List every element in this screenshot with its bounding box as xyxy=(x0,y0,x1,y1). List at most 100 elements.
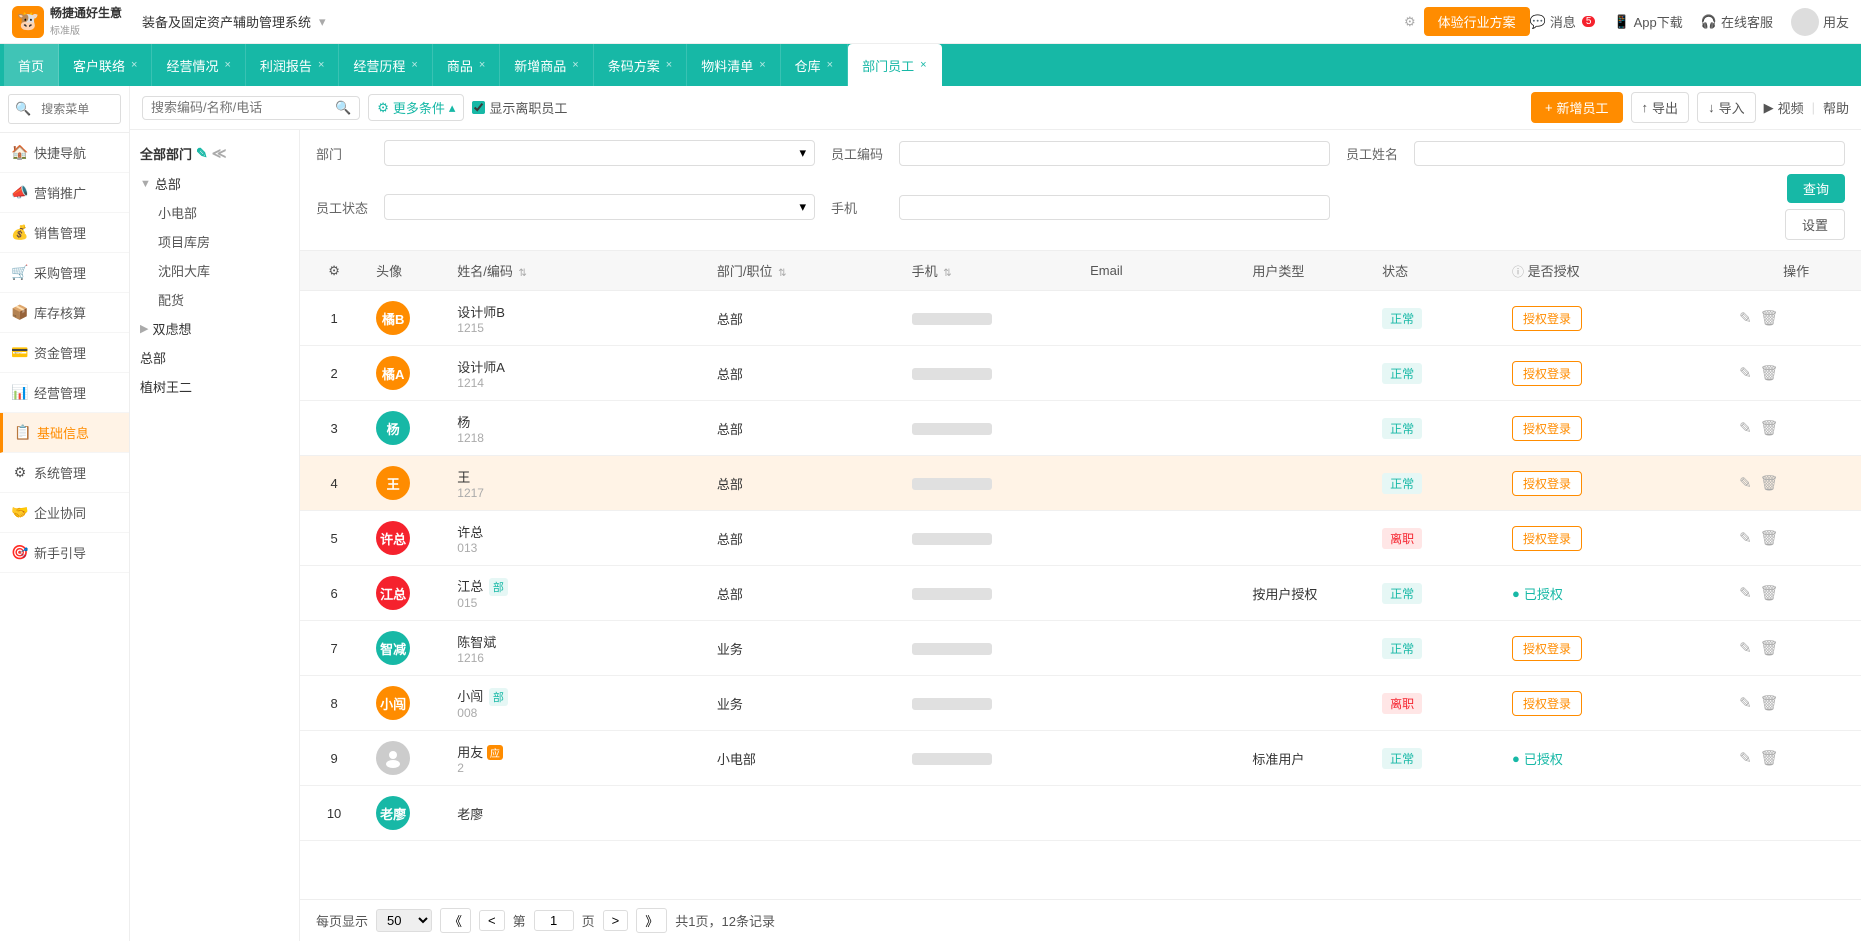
import-btn[interactable]: ↓ 导入 xyxy=(1697,92,1756,123)
sidebar-item-guide[interactable]: 🎯 新手引导 xyxy=(0,533,129,573)
tab-new-goods-close[interactable]: × xyxy=(572,59,578,71)
tab-barcode-close[interactable]: × xyxy=(666,59,672,71)
sidebar-item-shortcut[interactable]: 🏠 快捷导航 xyxy=(0,133,129,173)
tab-dept-staff-close[interactable]: × xyxy=(920,59,926,71)
app-download-btn[interactable]: 📱 App下载 xyxy=(1613,12,1682,31)
tab-warehouse-close[interactable]: × xyxy=(827,59,833,71)
sidebar-search-input[interactable] xyxy=(35,98,115,120)
tab-barcode[interactable]: 条码方案× xyxy=(594,44,687,86)
search-input[interactable] xyxy=(151,100,331,115)
emp-name-input[interactable] xyxy=(1414,141,1845,166)
emp-status-select[interactable]: ▾ xyxy=(384,194,815,220)
tab-history-close[interactable]: × xyxy=(411,59,417,71)
add-employee-btn[interactable]: + 新增员工 xyxy=(1531,92,1623,123)
help-btn[interactable]: 帮助 xyxy=(1823,98,1849,117)
first-page-btn[interactable]: 《 xyxy=(440,908,471,933)
online-service-btn[interactable]: 🎧 在线客服 xyxy=(1701,12,1773,31)
reset-btn[interactable]: 设置 xyxy=(1785,209,1845,240)
delete-icon-2[interactable]: 🗑 xyxy=(1760,364,1779,382)
dept-edit-icon[interactable]: ✎ xyxy=(196,145,208,162)
sidebar-item-system[interactable]: ⚙ 系统管理 xyxy=(0,453,129,493)
auth-btn-7[interactable]: 授权登录 xyxy=(1512,636,1582,661)
sidebar-item-ops[interactable]: 📊 经营管理 xyxy=(0,373,129,413)
tab-warehouse[interactable]: 仓库× xyxy=(781,44,848,86)
topbar-arrow-icon[interactable]: ▾ xyxy=(319,14,326,30)
settings-icon[interactable]: ⚙ xyxy=(1404,14,1416,30)
export-btn[interactable]: ↑ 导出 xyxy=(1631,92,1690,123)
tab-new-goods[interactable]: 新增商品× xyxy=(500,44,593,86)
trial-button[interactable]: 体验行业方案 xyxy=(1424,7,1530,36)
tab-goods[interactable]: 商品× xyxy=(433,44,500,86)
delete-icon-5[interactable]: 🗑 xyxy=(1760,529,1779,547)
tab-customer-close[interactable]: × xyxy=(131,59,137,71)
col-settings[interactable]: ⚙ xyxy=(300,251,368,291)
page-number-input[interactable] xyxy=(534,910,574,931)
sidebar-item-collab[interactable]: 🤝 企业协同 xyxy=(0,493,129,533)
tab-goods-close[interactable]: × xyxy=(479,59,485,71)
more-filter-btn[interactable]: ⚙ 更多条件 ▴ xyxy=(368,94,464,121)
col-dept[interactable]: 部门/职位 ⇅ xyxy=(709,251,904,291)
edit-icon-2[interactable]: ✎ xyxy=(1739,364,1752,382)
tab-customer[interactable]: 客户联络× xyxy=(59,44,152,86)
search-btn[interactable]: 查询 xyxy=(1787,174,1845,203)
delete-icon-4[interactable]: 🗑 xyxy=(1760,474,1779,492)
tab-management-close[interactable]: × xyxy=(224,59,230,71)
sidebar-item-finance[interactable]: 💳 资金管理 xyxy=(0,333,129,373)
dept-group-hq2[interactable]: 总部 xyxy=(130,343,299,372)
col-name[interactable]: 姓名/编码 ⇅ xyxy=(449,251,709,291)
tab-profit-close[interactable]: × xyxy=(318,59,324,71)
edit-icon-7[interactable]: ✎ xyxy=(1739,639,1752,657)
dept-subitem-distribution[interactable]: 配货 xyxy=(130,285,299,314)
delete-icon-9[interactable]: 🗑 xyxy=(1760,749,1779,767)
delete-icon-6[interactable]: 🗑 xyxy=(1760,584,1779,602)
emp-code-input[interactable] xyxy=(899,141,1330,166)
tab-bom-close[interactable]: × xyxy=(759,59,765,71)
auth-btn-1[interactable]: 授权登录 xyxy=(1512,306,1582,331)
edit-icon-3[interactable]: ✎ xyxy=(1739,419,1752,437)
dept-group-zhishu[interactable]: 植树王二 xyxy=(130,372,299,401)
tab-bom[interactable]: 物料清单× xyxy=(687,44,780,86)
dept-group-headquarters[interactable]: ▼ 总部 xyxy=(130,169,299,198)
edit-icon-9[interactable]: ✎ xyxy=(1739,749,1752,767)
auth-btn-8[interactable]: 授权登录 xyxy=(1512,691,1582,716)
messages-btn[interactable]: 💬 消息 5 xyxy=(1530,12,1596,31)
dept-subitem-shenyang[interactable]: 沈阳大库 xyxy=(130,256,299,285)
auth-btn-3[interactable]: 授权登录 xyxy=(1512,416,1582,441)
dept-collapse-icon[interactable]: ≪ xyxy=(212,145,227,162)
delete-icon-1[interactable]: 🗑 xyxy=(1760,309,1779,327)
show-resigned-input[interactable] xyxy=(472,101,485,114)
col-settings-icon[interactable]: ⚙ xyxy=(328,263,340,278)
edit-icon-6[interactable]: ✎ xyxy=(1739,584,1752,602)
show-resigned-checkbox[interactable]: 显示离职员工 xyxy=(472,98,567,117)
auth-btn-5[interactable]: 授权登录 xyxy=(1512,526,1582,551)
search-icon[interactable]: 🔍 xyxy=(335,100,351,116)
sidebar-item-sales[interactable]: 💰 销售管理 xyxy=(0,213,129,253)
edit-icon-8[interactable]: ✎ xyxy=(1739,694,1752,712)
next-page-btn[interactable]: > xyxy=(603,910,629,931)
sidebar-item-base[interactable]: 📋 基础信息 xyxy=(0,413,129,453)
video-btn[interactable]: ▶ 视频 xyxy=(1764,98,1804,117)
tab-management[interactable]: 经营情况× xyxy=(152,44,245,86)
last-page-btn[interactable]: 》 xyxy=(636,908,667,933)
delete-icon-3[interactable]: 🗑 xyxy=(1760,419,1779,437)
delete-icon-8[interactable]: 🗑 xyxy=(1760,694,1779,712)
auth-btn-2[interactable]: 授权登录 xyxy=(1512,361,1582,386)
auth-btn-4[interactable]: 授权登录 xyxy=(1512,471,1582,496)
per-page-select[interactable]: 50 20 100 xyxy=(376,909,432,932)
sidebar-item-purchase[interactable]: 🛒 采购管理 xyxy=(0,253,129,293)
dept-select[interactable]: ▾ xyxy=(384,140,815,166)
dept-group-shuanglusiang[interactable]: ▶ 双虑想 xyxy=(130,314,299,343)
dept-subitem-electronics[interactable]: 小电部 xyxy=(130,198,299,227)
phone-input[interactable] xyxy=(899,195,1330,220)
delete-icon-7[interactable]: 🗑 xyxy=(1760,639,1779,657)
col-phone[interactable]: 手机 ⇅ xyxy=(904,251,1082,291)
edit-icon-1[interactable]: ✎ xyxy=(1739,309,1752,327)
sidebar-item-marketing[interactable]: 📣 营销推广 xyxy=(0,173,129,213)
edit-icon-4[interactable]: ✎ xyxy=(1739,474,1752,492)
sidebar-item-inventory[interactable]: 📦 库存核算 xyxy=(0,293,129,333)
prev-page-btn[interactable]: < xyxy=(479,910,505,931)
tab-profit[interactable]: 利润报告× xyxy=(246,44,339,86)
dept-subitem-project[interactable]: 项目库房 xyxy=(130,227,299,256)
user-menu[interactable]: 用友 xyxy=(1791,8,1849,36)
tab-home[interactable]: 首页 xyxy=(4,44,59,86)
